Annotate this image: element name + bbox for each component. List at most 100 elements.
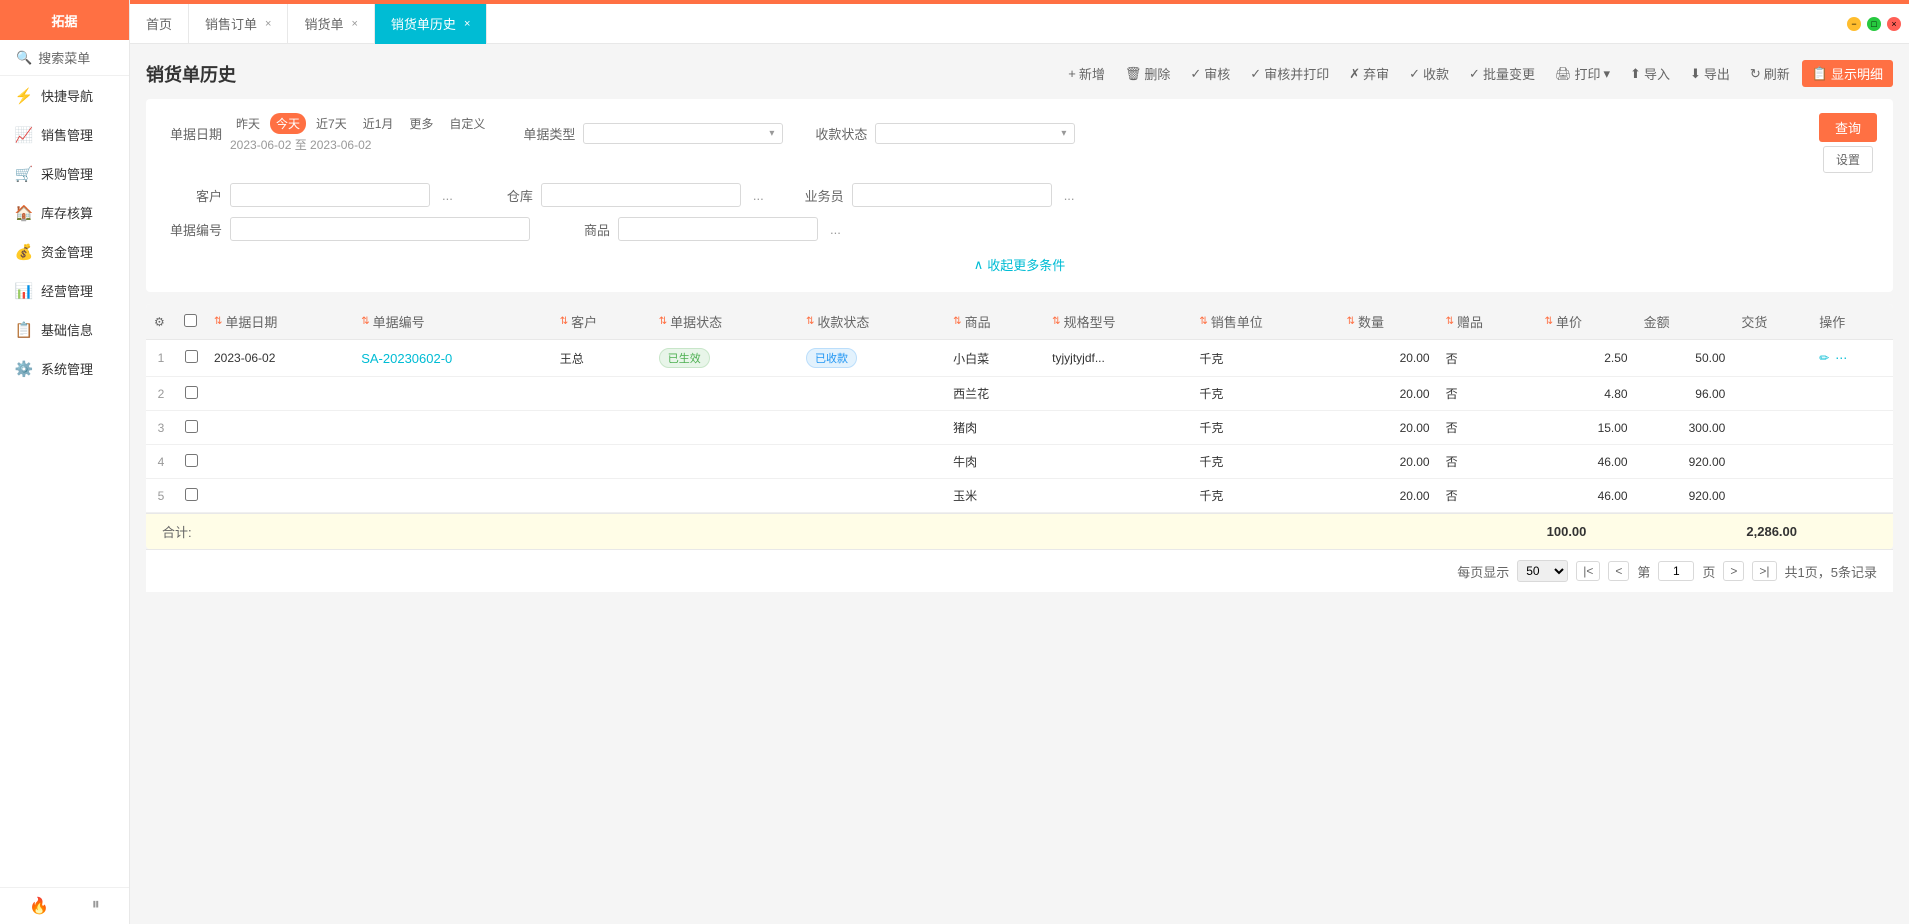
th-spec[interactable]: ⇅规格型号 [1044, 304, 1191, 340]
th-qty[interactable]: ⇅数量 [1339, 304, 1438, 340]
goods-input[interactable] [618, 217, 818, 241]
th-gear[interactable]: ⚙ [146, 304, 176, 340]
th-doc-status[interactable]: ⇅单据状态 [651, 304, 798, 340]
docno-input[interactable] [230, 217, 530, 241]
doc-no-link[interactable]: SA-20230602-0 [361, 351, 452, 366]
tab-home[interactable]: 首页 [130, 4, 189, 44]
sidebar-item-quick-nav[interactable]: ⚡ 快捷导航 [0, 76, 129, 115]
export-button[interactable]: ⬇ 导出 [1682, 60, 1738, 87]
new-button[interactable]: + 新增 [1060, 60, 1113, 87]
show-detail-button[interactable]: 📋 显示明细 [1802, 60, 1893, 87]
sidebar-item-purchase-mgmt[interactable]: 🛒 采购管理 [0, 154, 129, 193]
table-row: 5 玉米 千克 20.00 否 46.00 920.00 [146, 479, 1893, 513]
sidebar-search-menu[interactable]: 🔍 搜索菜单 [0, 40, 129, 76]
collect-button[interactable]: ✓ 收款 [1401, 60, 1457, 87]
row-checkbox[interactable] [185, 488, 198, 501]
date-tag-custom[interactable]: 自定义 [443, 113, 491, 134]
date-tag-1month[interactable]: 近1月 [357, 113, 400, 134]
row-qty: 20.00 [1339, 377, 1438, 411]
delete-button[interactable]: 🗑 删除 [1117, 60, 1179, 87]
audit-button[interactable]: ✓ 审核 [1182, 60, 1238, 87]
tab-delivery[interactable]: 销货单 × [288, 4, 374, 44]
print-button[interactable]: 🖨 打印 ▾ [1547, 60, 1618, 87]
main-content: 首页 销售订单 × 销货单 × 销货单历史 × − □ × 销货单历史 + [130, 0, 1909, 924]
warehouse-input[interactable] [541, 183, 741, 207]
audit-print-button[interactable]: ✓ 审核并打印 [1242, 60, 1337, 87]
sidebar-item-system-mgmt[interactable]: ⚙️ 系统管理 [0, 349, 129, 388]
date-tag-today[interactable]: 今天 [270, 113, 306, 134]
last-page-btn[interactable]: >| [1752, 561, 1776, 581]
row-gift: 否 [1438, 340, 1537, 377]
edit-action-btn[interactable]: ✏ [1819, 351, 1829, 365]
th-price[interactable]: ⇅单价 [1537, 304, 1636, 340]
th-collect-status[interactable]: ⇅收款状态 [798, 304, 945, 340]
collect-status-badge: 已收款 [806, 348, 857, 368]
doc-type-label: 单据类型 [515, 124, 575, 143]
row-checkbox[interactable] [185, 454, 198, 467]
customer-dots[interactable]: ... [442, 188, 453, 203]
row-checkbox[interactable] [185, 350, 198, 363]
row-checkbox[interactable] [185, 420, 198, 433]
sidebar-item-inventory[interactable]: 🏠 库存核算 [0, 193, 129, 232]
footer-total-amount: 2,286.00 [1746, 524, 1797, 539]
collect-status-select[interactable]: ▾ [875, 123, 1075, 144]
date-filter-item: 单据日期 昨天 今天 近7天 近1月 更多 自定义 2023-06-02 至 2… [162, 113, 491, 153]
page-header: 销货单历史 + 新增 🗑 删除 ✓ 审核 ✓ 审核并打印 [146, 60, 1893, 87]
maximize-btn[interactable]: □ [1867, 17, 1881, 31]
sidebar-item-operations[interactable]: 📊 经营管理 [0, 271, 129, 310]
sidebar-item-base-info[interactable]: 📋 基础信息 [0, 310, 129, 349]
filter-collapse-btn[interactable]: ∧ 收起更多条件 [162, 251, 1877, 278]
date-tag-yesterday[interactable]: 昨天 [230, 113, 266, 134]
th-doc-no[interactable]: ⇅单据编号 [353, 304, 552, 340]
sidebar-item-finance[interactable]: 💰 资金管理 [0, 232, 129, 271]
docno-filter-item: 单据编号 [162, 217, 530, 241]
total-info: 共1页，5条记录 [1785, 562, 1877, 581]
refresh-button[interactable]: ↻ 刷新 [1742, 60, 1798, 87]
row-action [1811, 411, 1893, 445]
row-qty: 20.00 [1339, 445, 1438, 479]
tab-delivery-close[interactable]: × [351, 18, 357, 30]
th-doc-date[interactable]: ⇅单据日期 [206, 304, 353, 340]
tab-home-label: 首页 [146, 14, 172, 33]
import-button[interactable]: ⬆ 导入 [1622, 60, 1678, 87]
first-page-btn[interactable]: |< [1576, 561, 1600, 581]
row-checkbox-cell [176, 377, 206, 411]
goods-dots[interactable]: ... [830, 222, 841, 237]
more-action-btn[interactable]: ⋯ [1835, 351, 1847, 365]
select-all-checkbox[interactable] [184, 314, 197, 327]
doc-type-select[interactable]: ▾ [583, 123, 783, 144]
row-checkbox[interactable] [185, 386, 198, 399]
th-customer[interactable]: ⇅客户 [552, 304, 651, 340]
batch-change-button[interactable]: ✓ 批量变更 [1461, 60, 1543, 87]
abandon-button[interactable]: ✗ 弃审 [1341, 60, 1397, 87]
salesperson-input[interactable] [852, 183, 1052, 207]
per-page-label: 每页显示 [1457, 562, 1509, 581]
warehouse-dots[interactable]: ... [753, 188, 764, 203]
minimize-btn[interactable]: − [1847, 17, 1861, 31]
customer-input[interactable] [230, 183, 430, 207]
th-gift[interactable]: ⇅赠品 [1438, 304, 1537, 340]
filter-row-3: 单据编号 商品 ... [162, 217, 1877, 241]
setup-button[interactable]: 设置 [1823, 146, 1873, 173]
date-tag-more[interactable]: 更多 [403, 113, 439, 134]
next-page-btn[interactable]: > [1723, 561, 1744, 581]
tab-delivery-history[interactable]: 销货单历史 × [375, 4, 487, 44]
tab-delivery-history-close[interactable]: × [464, 18, 470, 30]
salesperson-dots[interactable]: ... [1064, 188, 1075, 203]
th-unit[interactable]: ⇅销售单位 [1191, 304, 1338, 340]
fire-icon[interactable]: 🔥 [29, 896, 49, 916]
th-goods[interactable]: ⇅商品 [945, 304, 1044, 340]
tab-bar: 首页 销售订单 × 销货单 × 销货单历史 × − □ × [130, 4, 1909, 44]
tab-sales-order-close[interactable]: × [265, 18, 271, 30]
date-tag-7days[interactable]: 近7天 [310, 113, 353, 134]
pause-icon[interactable]: ⏸ [92, 896, 100, 916]
tab-sales-order[interactable]: 销售订单 × [189, 4, 288, 44]
footer-total-qty: 100.00 [1547, 524, 1587, 539]
close-btn[interactable]: × [1887, 17, 1901, 31]
query-button[interactable]: 查询 [1819, 113, 1877, 142]
sidebar-item-sales-mgmt[interactable]: 📈 销售管理 [0, 115, 129, 154]
prev-page-btn[interactable]: < [1608, 561, 1629, 581]
page-number-input[interactable] [1658, 561, 1694, 581]
tab-delivery-label: 销货单 [304, 14, 343, 33]
per-page-select[interactable]: 50 10 20 100 [1517, 560, 1568, 582]
